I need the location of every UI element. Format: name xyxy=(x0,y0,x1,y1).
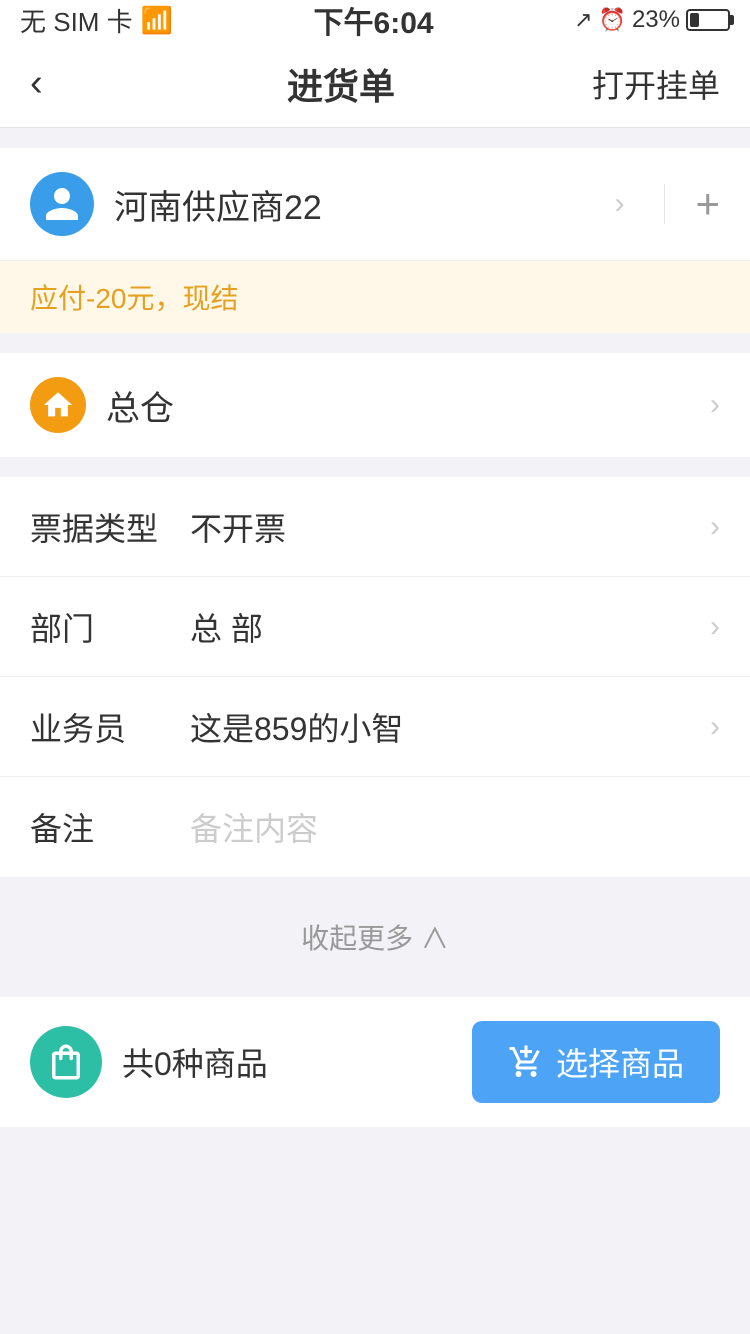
warehouse-name: 总仓 xyxy=(106,381,710,430)
notice-bar: 应付-20元，现结 xyxy=(0,261,750,333)
wifi-icon: 📶 xyxy=(141,5,173,36)
supplier-divider xyxy=(664,184,665,224)
warehouse-icon xyxy=(30,377,86,433)
alarm-icon: ⏰ xyxy=(599,7,626,33)
notice-text: 应付-20元，现结 xyxy=(30,283,238,314)
status-bar: 无 SIM 卡 📶 下午6:04 ↗ ⏰ 23% xyxy=(0,0,750,40)
battery-icon xyxy=(686,9,730,31)
invoice-type-row[interactable]: 票据类型 不开票 › xyxy=(0,477,750,577)
person-icon xyxy=(42,184,82,224)
product-count: 共0种商品 xyxy=(122,1039,452,1085)
salesperson-label: 业务员 xyxy=(30,704,170,750)
remark-row[interactable]: 备注 备注内容 xyxy=(0,777,750,877)
gap-1 xyxy=(0,128,750,148)
remark-input[interactable]: 备注内容 xyxy=(170,804,720,850)
carrier-text: 无 SIM 卡 xyxy=(20,2,133,39)
nav-bar: ‹ 进货单 打开挂单 xyxy=(0,40,750,128)
invoice-type-value: 不开票 xyxy=(170,504,710,550)
back-button[interactable]: ‹ xyxy=(30,62,90,105)
remark-label: 备注 xyxy=(30,804,170,850)
form-section: 票据类型 不开票 › 部门 总 部 › 业务员 这是859的小智 › 备注 备注… xyxy=(0,477,750,877)
collapse-label: 收起更多 ∧ xyxy=(301,917,449,957)
product-bar: 共0种商品 选择商品 xyxy=(0,997,750,1127)
home-icon xyxy=(41,388,75,422)
page-title: 进货单 xyxy=(287,58,395,110)
select-product-button[interactable]: 选择商品 xyxy=(472,1021,720,1103)
department-label: 部门 xyxy=(30,604,170,650)
department-value: 总 部 xyxy=(170,604,710,650)
salesperson-value: 这是859的小智 xyxy=(170,704,710,750)
cart-icon xyxy=(508,1044,544,1080)
supplier-section: 河南供应商22 › + 应付-20元，现结 xyxy=(0,148,750,333)
location-icon: ↗ xyxy=(574,7,592,33)
department-row[interactable]: 部门 总 部 › xyxy=(0,577,750,677)
battery-percent: 23% xyxy=(632,6,680,34)
salesperson-row[interactable]: 业务员 这是859的小智 › xyxy=(0,677,750,777)
department-chevron-icon: › xyxy=(710,610,720,644)
invoice-type-chevron-icon: › xyxy=(710,510,720,544)
add-button[interactable]: + xyxy=(695,180,720,228)
warehouse-chevron-icon: › xyxy=(710,388,720,422)
warehouse-row[interactable]: 总仓 › xyxy=(0,353,750,457)
supplier-avatar xyxy=(30,172,94,236)
supplier-row[interactable]: 河南供应商22 › + xyxy=(0,148,750,261)
supplier-chevron-icon: › xyxy=(614,187,624,221)
shopping-bag-icon xyxy=(45,1041,87,1083)
invoice-type-label: 票据类型 xyxy=(30,504,170,550)
supplier-name: 河南供应商22 xyxy=(114,180,614,229)
status-left: 无 SIM 卡 📶 xyxy=(20,2,173,39)
select-product-label: 选择商品 xyxy=(556,1039,684,1085)
warehouse-section: 总仓 › xyxy=(0,353,750,457)
status-time: 下午6:04 xyxy=(314,0,434,42)
collapse-bar[interactable]: 收起更多 ∧ xyxy=(0,897,750,977)
product-icon xyxy=(30,1026,102,1098)
salesperson-chevron-icon: › xyxy=(710,710,720,744)
status-right: ↗ ⏰ 23% xyxy=(574,6,730,34)
open-pending-button[interactable]: 打开挂单 xyxy=(592,61,720,107)
